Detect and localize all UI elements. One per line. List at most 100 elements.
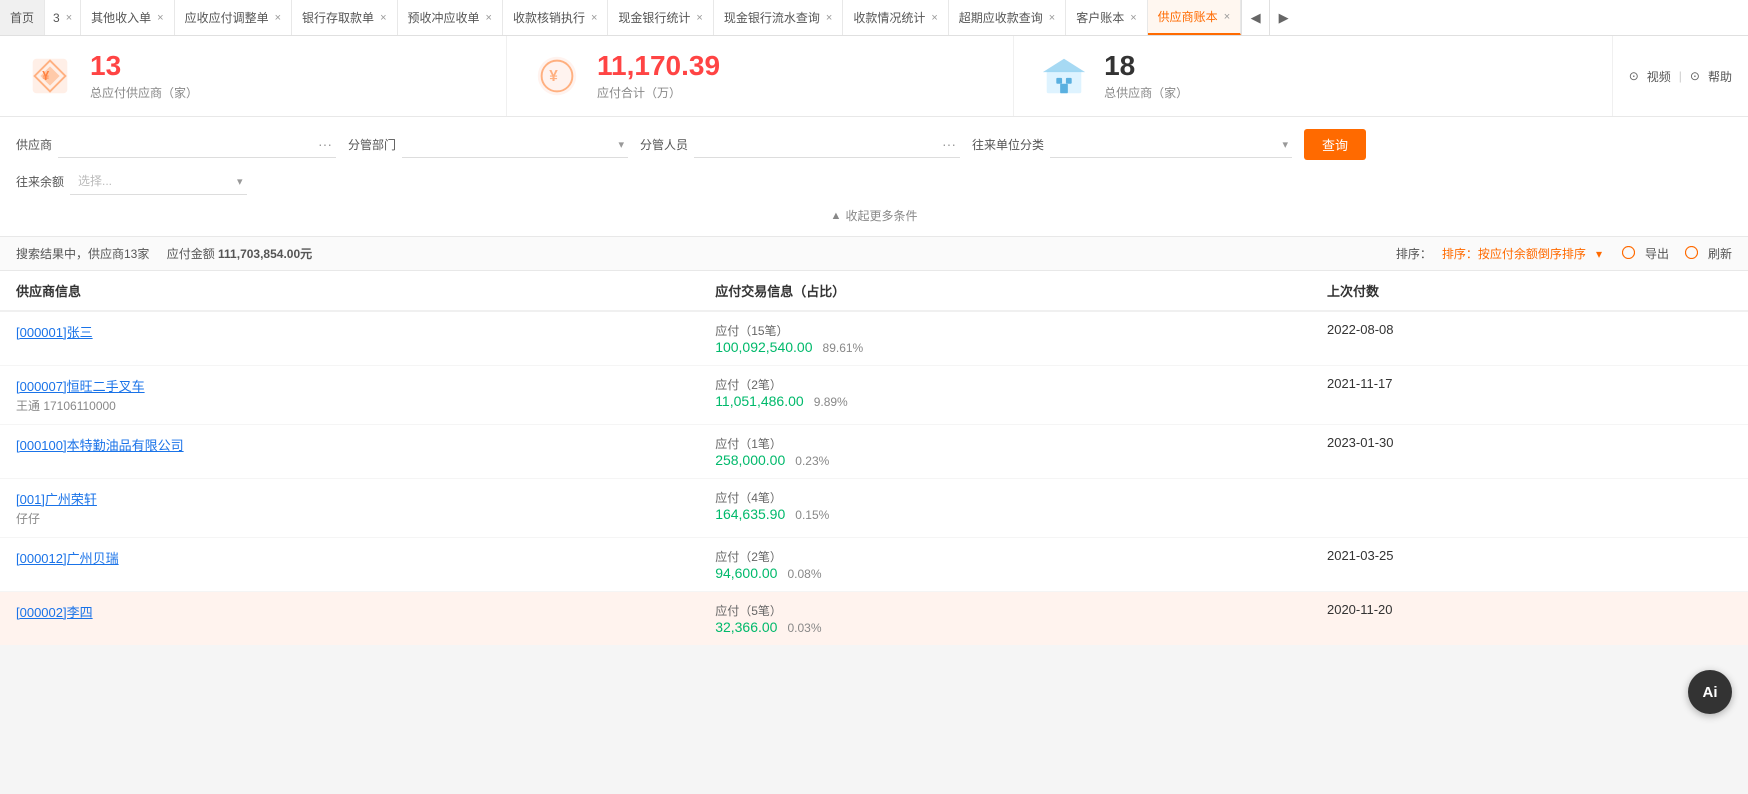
sort-value[interactable]: 排序：按应付余额倒序排序 xyxy=(1442,245,1586,262)
nav-tab-prepay[interactable]: 预收冲应收单 × xyxy=(398,0,503,35)
nav-next-arrow[interactable]: ▶ xyxy=(1269,0,1297,35)
result-amount-value: 应付金额 111,703,854.00元 xyxy=(163,245,312,262)
tx-amount[interactable]: 11,051,486.00 xyxy=(715,393,804,409)
nav-tab-adjust[interactable]: 应收应付调整单 × xyxy=(175,0,292,35)
filter-item-person: 分管人员 ··· xyxy=(640,131,960,158)
nav-tab-cashbank-stat-close[interactable]: × xyxy=(696,12,702,24)
nav-tab-other-income[interactable]: 其他收入单 × xyxy=(81,0,174,35)
supplier-link[interactable]: [000007]恒旺二手叉车 xyxy=(16,379,145,394)
nav-tab-3-close[interactable]: × xyxy=(66,12,72,24)
supplier-link[interactable]: [000001]张三 xyxy=(16,325,93,340)
tx-percent: 89.61% xyxy=(823,341,864,355)
nav-tab-supplier-ledger[interactable]: 供应商账本 × xyxy=(1148,0,1241,35)
nav-tab-verify[interactable]: 收款核销执行 × xyxy=(503,0,608,35)
balance-chevron-icon[interactable]: ▾ xyxy=(237,175,243,188)
category-chevron-icon[interactable]: ▾ xyxy=(1282,138,1288,151)
nav-tab-adjust-close[interactable]: × xyxy=(275,12,281,24)
nav-tab-customer-ledger-label: 客户账本 xyxy=(1076,9,1124,26)
nav-tab-bank[interactable]: 银行存取款单 × xyxy=(292,0,397,35)
total-suppliers-label: 总供应商（家） xyxy=(1104,84,1588,101)
tx-info-cell: 应付（15笔）100,092,540.0089.61% xyxy=(699,311,1311,366)
dept-chevron-icon[interactable]: ▾ xyxy=(618,138,624,151)
nav-tab-receipt-stat-close[interactable]: × xyxy=(931,12,937,24)
export-button[interactable]: 导出 xyxy=(1645,245,1669,262)
collapse-chevron-up-icon: ▲ xyxy=(831,210,842,222)
table-row: [000002]李四应付（5笔）32,366.000.03%2020-11-20 xyxy=(0,592,1748,646)
nav-tab-overdue-close[interactable]: × xyxy=(1049,12,1055,24)
filter-item-category: 往来单位分类 ▾ xyxy=(972,131,1292,158)
tx-amount[interactable]: 164,635.90 xyxy=(715,506,785,522)
col-supplier-info: 供应商信息 xyxy=(0,271,699,311)
nav-tab-cashbank-stat[interactable]: 现金银行统计 × xyxy=(608,0,713,35)
nav-tab-home[interactable]: 首页 xyxy=(0,0,45,35)
nav-tab-prepay-label: 预收冲应收单 xyxy=(408,9,480,26)
nav-tab-supplier-ledger-close[interactable]: × xyxy=(1224,11,1230,23)
supplier-filter-input[interactable] xyxy=(62,134,316,154)
nav-tab-prepay-close[interactable]: × xyxy=(486,12,492,24)
dept-filter-input[interactable] xyxy=(406,134,618,154)
summary-card-total-suppliers: 18 总供应商（家） xyxy=(1014,36,1613,116)
tx-amount[interactable]: 94,600.00 xyxy=(715,565,777,581)
supplier-info-cell: [000100]本特勤油品有限公司 xyxy=(0,425,699,479)
money-icon: ¥ xyxy=(531,50,583,102)
filter-row-1: 供应商 ··· 分管部门 ▾ 分管人员 ··· xyxy=(16,129,1732,160)
last-pay-cell xyxy=(1311,479,1748,538)
tx-amount[interactable]: 258,000.00 xyxy=(715,452,785,468)
refresh-button[interactable]: 刷新 xyxy=(1708,245,1732,262)
table-row: [000100]本特勤油品有限公司应付（1笔）258,000.000.23%20… xyxy=(0,425,1748,479)
last-pay-cell: 2021-03-25 xyxy=(1311,538,1748,592)
collapse-more-btn[interactable]: ▲ 收起更多条件 xyxy=(16,203,1732,228)
nav-prev-arrow[interactable]: ◀ xyxy=(1241,0,1269,35)
export-icon xyxy=(1622,246,1635,262)
table-header-row: 供应商信息 应付交易信息（占比） 上次付数 xyxy=(0,271,1748,311)
category-filter-wrapper[interactable]: ▾ xyxy=(1050,131,1292,158)
sort-chevron-icon[interactable]: ▾ xyxy=(1596,247,1602,261)
nav-tab-verify-close[interactable]: × xyxy=(591,12,597,24)
person-filter-wrapper[interactable]: ··· xyxy=(694,131,960,158)
nav-tab-bank-close[interactable]: × xyxy=(380,12,386,24)
top-navigation: 首页 3 × 其他收入单 × 应收应付调整单 × 银行存取款单 × 预收冲应收单… xyxy=(0,0,1748,36)
payable-suppliers-label: 总应付供应商（家） xyxy=(90,84,482,101)
person-dots-icon[interactable]: ··· xyxy=(942,136,956,152)
nav-tab-receipt-stat-label: 收款情况统计 xyxy=(853,9,925,26)
circle-help-icon: ⊙ xyxy=(1690,69,1700,83)
refresh-icon xyxy=(1685,246,1698,262)
nav-tab-customer-ledger[interactable]: 客户账本 × xyxy=(1066,0,1147,35)
supplier-link[interactable]: [000012]广州贝瑞 xyxy=(16,551,119,566)
category-filter-input[interactable] xyxy=(1054,134,1282,154)
dept-filter-wrapper[interactable]: ▾ xyxy=(402,131,628,158)
help-link[interactable]: 帮助 xyxy=(1708,68,1732,85)
nav-tab-overdue[interactable]: 超期应收款查询 × xyxy=(949,0,1066,35)
nav-tab-other-income-close[interactable]: × xyxy=(157,12,163,24)
filter-item-balance: 往来余额 ▾ xyxy=(16,168,236,195)
divider: | xyxy=(1679,69,1682,83)
tx-amount[interactable]: 100,092,540.00 xyxy=(715,339,812,355)
nav-tab-overdue-label: 超期应收款查询 xyxy=(959,9,1043,26)
supplier-icon: ¥ xyxy=(24,50,76,102)
balance-filter-input[interactable] xyxy=(74,171,237,191)
tx-amount[interactable]: 32,366.00 xyxy=(715,619,777,635)
nav-tab-customer-ledger-close[interactable]: × xyxy=(1130,12,1136,24)
supplier-filter-input-wrapper[interactable]: ··· xyxy=(58,131,336,158)
supplier-link[interactable]: [000002]李四 xyxy=(16,605,93,620)
nav-tab-3[interactable]: 3 × xyxy=(45,0,81,35)
supplier-filter-label: 供应商 xyxy=(16,136,52,153)
result-actions: 排序： 排序：按应付余额倒序排序 ▾ 导出 刷新 xyxy=(1396,245,1732,262)
nav-tab-cashbank-flow[interactable]: 现金银行流水查询 × xyxy=(714,0,843,35)
nav-tab-cashbank-flow-close[interactable]: × xyxy=(826,12,832,24)
supplier-info-cell: [000012]广州贝瑞 xyxy=(0,538,699,592)
tx-percent: 9.89% xyxy=(814,395,848,409)
balance-filter-wrapper[interactable]: ▾ xyxy=(70,168,247,195)
person-filter-input[interactable] xyxy=(698,134,940,154)
payable-suppliers-number: 13 xyxy=(90,51,482,82)
supplier-link[interactable]: [001]广州荣轩 xyxy=(16,492,97,507)
query-button[interactable]: 查询 xyxy=(1304,129,1366,160)
payable-amount-label: 应付合计（万） xyxy=(597,84,989,101)
nav-tab-receipt-stat[interactable]: 收款情况统计 × xyxy=(843,0,948,35)
nav-tab-cashbank-flow-label: 现金银行流水查询 xyxy=(724,9,820,26)
video-link[interactable]: 视频 xyxy=(1647,68,1671,85)
person-filter-label: 分管人员 xyxy=(640,136,688,153)
supplier-dots-icon[interactable]: ··· xyxy=(318,136,332,152)
supplier-link[interactable]: [000100]本特勤油品有限公司 xyxy=(16,438,184,453)
result-info: 搜索结果中，供应商13家 应付金额 111,703,854.00元 xyxy=(16,245,312,262)
